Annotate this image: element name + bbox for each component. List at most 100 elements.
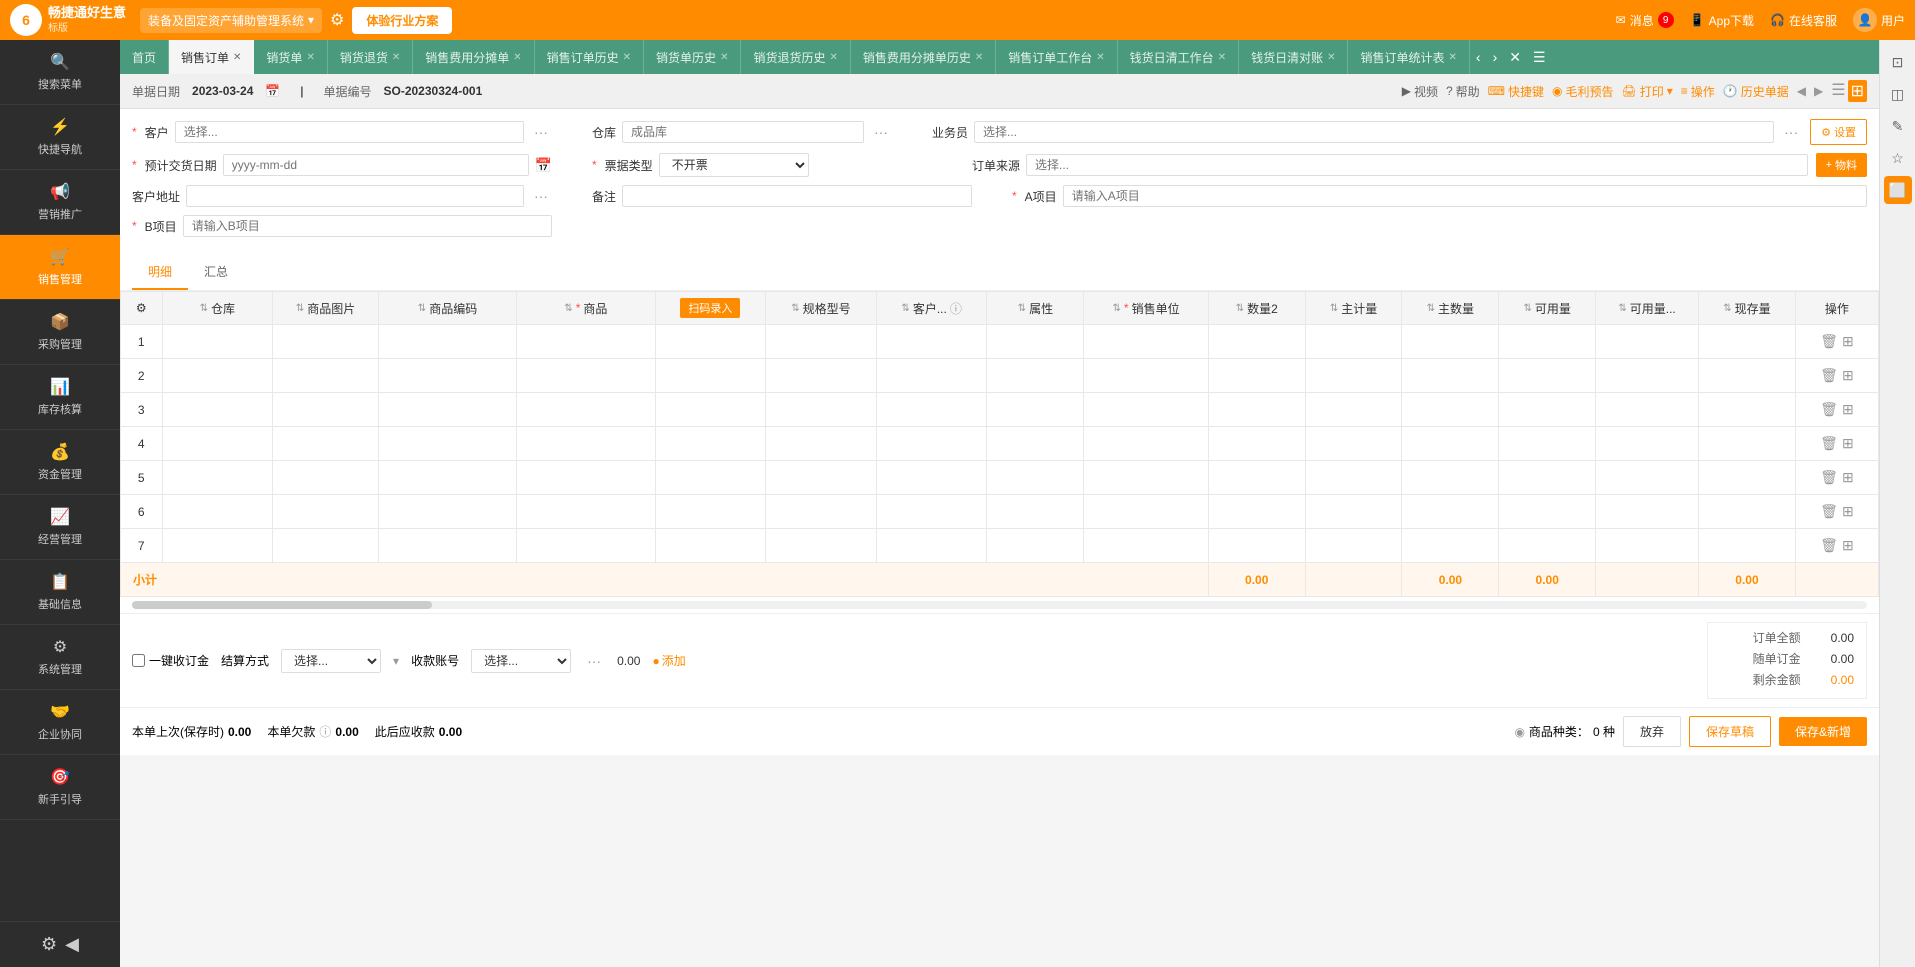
tab-close-all-btn[interactable]: ✕ xyxy=(1503,40,1527,74)
save-new-btn[interactable]: 保存&新增 xyxy=(1779,717,1867,746)
copy-row-icon[interactable]: ⊞ xyxy=(1842,367,1854,384)
tab-next-btn[interactable]: › xyxy=(1487,40,1504,74)
tab-sales-return[interactable]: 销货退货 ✕ xyxy=(328,40,413,74)
delivery-date-calendar-icon[interactable]: 📅 xyxy=(535,157,552,174)
delivery-date-input[interactable] xyxy=(223,154,529,176)
scroll-track[interactable] xyxy=(132,601,1867,609)
delete-row-icon[interactable]: 🗑 xyxy=(1820,503,1838,520)
receipt-dots-btn[interactable]: ··· xyxy=(583,653,605,669)
history-btn[interactable]: 🕐 历史单据 xyxy=(1723,83,1789,100)
profit-btn[interactable]: ◉ 毛利预告 xyxy=(1552,83,1614,100)
nav-right-icon[interactable]: ▶ xyxy=(1814,84,1823,98)
print-btn[interactable]: 🖨 打印 ▾ xyxy=(1622,83,1673,100)
industry-btn[interactable]: 体验行业方案 xyxy=(352,7,452,34)
tab-close-icon[interactable]: ✕ xyxy=(623,52,631,63)
calendar-icon[interactable]: 📅 xyxy=(265,84,280,98)
scroll-thumb[interactable] xyxy=(132,601,432,609)
grid-view-icon[interactable]: ⊞ xyxy=(1848,80,1867,102)
discard-btn[interactable]: 放弃 xyxy=(1623,716,1681,747)
tab-close-icon[interactable]: ✕ xyxy=(1096,52,1104,63)
delete-row-icon[interactable]: 🗑 xyxy=(1820,333,1838,350)
tab-close-icon[interactable]: ✕ xyxy=(513,52,521,63)
tab-return-history[interactable]: 销货退货历史 ✕ xyxy=(741,40,850,74)
one-click-input[interactable] xyxy=(132,654,145,667)
delete-row-icon[interactable]: 🗑 xyxy=(1820,469,1838,486)
right-panel-layout-btn[interactable]: ◫ xyxy=(1884,80,1912,108)
system-selector[interactable]: 装备及固定资产辅助管理系统 ▾ xyxy=(140,8,322,33)
help-btn[interactable]: ? 帮助 xyxy=(1446,83,1480,100)
settings-icon[interactable]: ⚙ xyxy=(330,10,344,30)
table-settings-icon[interactable]: ⚙ xyxy=(136,301,147,315)
sidebar-item-purchase[interactable]: 📦 采购管理 xyxy=(0,300,120,365)
list-view-icon[interactable]: ☰ xyxy=(1831,80,1845,102)
sidebar-item-search[interactable]: 🔍 搜索菜单 xyxy=(0,40,120,105)
tab-invoice-history[interactable]: 销货单历史 ✕ xyxy=(644,40,741,74)
sidebar-item-finance[interactable]: 💰 资金管理 xyxy=(0,430,120,495)
tab-close-icon[interactable]: ✕ xyxy=(392,52,400,63)
tab-order-stats[interactable]: 销售订单统计表 ✕ xyxy=(1348,40,1469,74)
delete-row-icon[interactable]: 🗑 xyxy=(1820,537,1838,554)
tab-sales-order[interactable]: 销售订单 ✕ xyxy=(169,40,254,74)
copy-row-icon[interactable]: ⊞ xyxy=(1842,469,1854,486)
tab-close-icon[interactable]: ✕ xyxy=(1218,52,1226,63)
tab-order-history[interactable]: 销售订单历史 ✕ xyxy=(535,40,644,74)
tab-order-workbench[interactable]: 销售订单工作台 ✕ xyxy=(996,40,1117,74)
sidebar-item-operations[interactable]: 📈 经营管理 xyxy=(0,495,120,560)
right-panel-edit-btn[interactable]: ✎ xyxy=(1884,112,1912,140)
collapse-icon[interactable]: ◀ xyxy=(65,934,79,955)
tab-sales-fee[interactable]: 销售费用分摊单 ✕ xyxy=(413,40,534,74)
tab-cash-account[interactable]: 钱货日清对账 ✕ xyxy=(1239,40,1348,74)
add-payment-btn[interactable]: ● 添加 xyxy=(652,652,685,669)
settings-bottom-icon[interactable]: ⚙ xyxy=(41,934,57,955)
messages-btn[interactable]: ✉ 消息 9 xyxy=(1616,12,1674,29)
tab-close-icon[interactable]: ✕ xyxy=(829,52,837,63)
warehouse-input[interactable] xyxy=(622,121,864,143)
tab-cash-workbench[interactable]: 钱货日清工作台 ✕ xyxy=(1118,40,1239,74)
right-panel-star-btn[interactable]: ☆ xyxy=(1884,144,1912,172)
tab-close-icon[interactable]: ✕ xyxy=(233,52,241,63)
a-project-input[interactable] xyxy=(1063,185,1867,207)
sidebar-item-guide[interactable]: 🎯 新手引导 xyxy=(0,755,120,820)
address-input[interactable] xyxy=(186,185,524,207)
copy-row-icon[interactable]: ⊞ xyxy=(1842,537,1854,554)
nav-left-icon[interactable]: ◀ xyxy=(1797,84,1806,98)
customer-input[interactable] xyxy=(175,121,524,143)
detail-tab-detail[interactable]: 明细 xyxy=(132,255,188,290)
b-project-input[interactable] xyxy=(183,215,552,237)
customer-dots-btn[interactable]: ··· xyxy=(530,124,552,140)
receipt-account-select[interactable]: 选择... xyxy=(471,649,571,673)
tab-close-icon[interactable]: ✕ xyxy=(720,52,728,63)
copy-row-icon[interactable]: ⊞ xyxy=(1842,503,1854,520)
right-panel-expand-btn[interactable]: ⊡ xyxy=(1884,48,1912,76)
online-support-btn[interactable]: 🎧 在线客服 xyxy=(1770,12,1837,29)
settings-btn[interactable]: ⚙ 设置 xyxy=(1810,119,1867,145)
order-source-input[interactable] xyxy=(1026,154,1808,176)
tab-close-icon[interactable]: ✕ xyxy=(1449,52,1457,63)
copy-row-icon[interactable]: ⊞ xyxy=(1842,435,1854,452)
sidebar-item-basic[interactable]: 📋 基础信息 xyxy=(0,560,120,625)
one-click-checkbox[interactable]: 一键收订金 xyxy=(132,652,209,669)
invoice-type-select[interactable]: 不开票 xyxy=(659,153,809,177)
sidebar-item-system[interactable]: ⚙ 系统管理 xyxy=(0,625,120,690)
shortcut-btn[interactable]: ⌨ 快捷键 xyxy=(1488,83,1544,100)
col-settings[interactable]: ⚙ xyxy=(121,292,163,325)
address-dots-btn[interactable]: ··· xyxy=(530,188,552,204)
tab-sales-invoice[interactable]: 销货单 ✕ xyxy=(254,40,327,74)
tab-close-icon[interactable]: ✕ xyxy=(306,52,314,63)
delete-row-icon[interactable]: 🗑 xyxy=(1820,435,1838,452)
sidebar-item-inventory[interactable]: 📊 库存核算 xyxy=(0,365,120,430)
detail-tab-summary[interactable]: 汇总 xyxy=(188,255,244,290)
sales-rep-input[interactable] xyxy=(974,121,1774,143)
app-download-btn[interactable]: 📱 App下载 xyxy=(1690,12,1754,29)
sidebar-item-sales[interactable]: 🛒 销售管理 xyxy=(0,235,120,300)
add-material-btn[interactable]: + 物料 xyxy=(1816,153,1867,177)
tab-close-icon[interactable]: ✕ xyxy=(1327,52,1335,63)
sidebar-item-collab[interactable]: 🤝 企业协同 xyxy=(0,690,120,755)
tab-menu-btn[interactable]: ☰ xyxy=(1527,40,1552,74)
tab-prev-btn[interactable]: ‹ xyxy=(1470,40,1487,74)
copy-row-icon[interactable]: ⊞ xyxy=(1842,401,1854,418)
delete-row-icon[interactable]: 🗑 xyxy=(1820,367,1838,384)
warehouse-dots-btn[interactable]: ··· xyxy=(870,124,892,140)
view-btn[interactable]: ▶ 视频 xyxy=(1402,83,1438,100)
operations-btn[interactable]: ≡ 操作 xyxy=(1681,83,1715,100)
